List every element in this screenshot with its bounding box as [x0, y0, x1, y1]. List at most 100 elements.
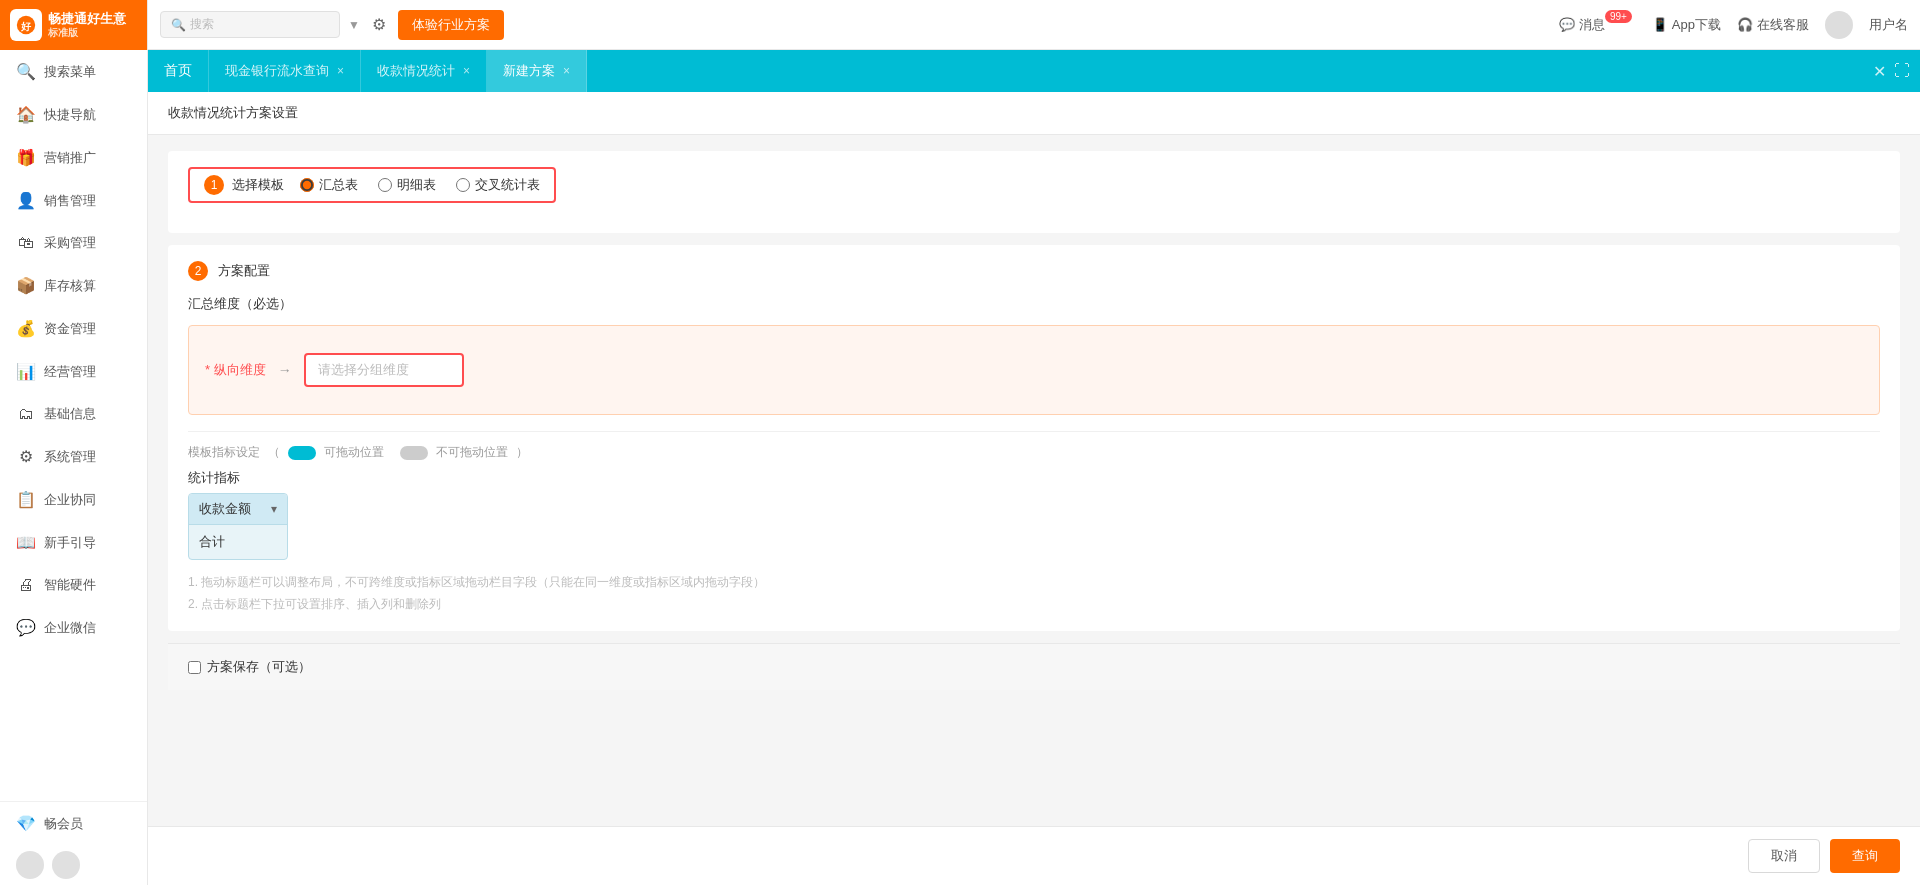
- sidebar-item-quick-nav[interactable]: 🏠 快捷导航: [0, 93, 147, 136]
- radio-cross[interactable]: 交叉统计表: [456, 176, 540, 194]
- app-download-label: App下载: [1672, 16, 1721, 34]
- sidebar-label-sales: 销售管理: [44, 192, 96, 210]
- dimension-select[interactable]: 请选择分组维度: [304, 353, 464, 387]
- sidebar-item-coop[interactable]: 📋 企业协同: [0, 478, 147, 521]
- card-header-text: 收款金额: [199, 500, 251, 518]
- save-label: 方案保存（可选）: [207, 658, 311, 676]
- sidebar-item-purchase[interactable]: 🛍 采购管理: [0, 222, 147, 264]
- sidebar-item-guide[interactable]: 📖 新手引导: [0, 521, 147, 564]
- step1-badge: 1: [204, 175, 224, 195]
- sidebar-item-business[interactable]: 📊 经营管理: [0, 350, 147, 393]
- query-button[interactable]: 查询: [1830, 839, 1900, 873]
- radio-summary-label: 汇总表: [319, 176, 358, 194]
- page-content: 收款情况统计方案设置 1 选择模板 汇总表: [148, 92, 1920, 885]
- sidebar-item-member[interactable]: 💎 畅会员: [0, 802, 147, 845]
- sidebar-label-quick-nav: 快捷导航: [44, 106, 96, 124]
- template-select-box: 1 选择模板 汇总表 明细表: [188, 167, 556, 203]
- main-area: 🔍 搜索 ▼ ⚙ 体验行业方案 💬 消息 99+ 📱 App下载 🎧 在线客服 …: [148, 0, 1920, 885]
- tab-new-plan-close[interactable]: ×: [563, 64, 570, 78]
- sidebar-item-hardware[interactable]: 🖨 智能硬件: [0, 564, 147, 606]
- sidebar-label-finance: 资金管理: [44, 320, 96, 338]
- dimension-placeholder: 请选择分组维度: [318, 362, 409, 377]
- sidebar-item-finance[interactable]: 💰 资金管理: [0, 307, 147, 350]
- tab-bank-flow-label: 现金银行流水查询: [225, 62, 329, 80]
- search-placeholder: 搜索: [190, 16, 214, 33]
- sidebar-label-member: 畅会员: [44, 815, 83, 833]
- radio-detail[interactable]: 明细表: [378, 176, 436, 194]
- user-avatar: [1825, 11, 1853, 39]
- tab-home[interactable]: 首页: [148, 50, 209, 92]
- tab-bank-flow-close[interactable]: ×: [337, 64, 344, 78]
- folder-icon: 🗂: [16, 405, 36, 423]
- sidebar-label-coop: 企业协同: [44, 491, 96, 509]
- app-download-btn[interactable]: 📱 App下载: [1652, 16, 1721, 34]
- radio-summary[interactable]: 汇总表: [300, 176, 358, 194]
- dimension-subsection: 汇总维度（必选） * 纵向维度 → 请选择分组维度: [188, 295, 1880, 415]
- tab-collection-stats-label: 收款情况统计: [377, 62, 455, 80]
- indicator-card-header: 收款金额 ▾: [189, 494, 287, 525]
- search-box[interactable]: 🔍 搜索: [160, 11, 340, 38]
- close-window-icon[interactable]: ✕: [1873, 62, 1886, 81]
- indicator-card-body: 合计: [189, 525, 287, 559]
- chart-icon: 📊: [16, 362, 36, 381]
- sidebar-item-basic-info[interactable]: 🗂 基础信息: [0, 393, 147, 435]
- trial-button[interactable]: 体验行业方案: [398, 10, 504, 40]
- chat-icon: 💬: [16, 618, 36, 637]
- printer-icon: 🖨: [16, 576, 36, 594]
- sidebar-item-search[interactable]: 🔍 搜索菜单: [0, 50, 147, 93]
- toggle-close-paren: ）: [516, 444, 528, 461]
- radio-cross-label: 交叉统计表: [475, 176, 540, 194]
- radio-detail-input[interactable]: [378, 178, 392, 192]
- toggle-non-draggable-text: 不可拖动位置: [436, 444, 508, 461]
- cancel-button[interactable]: 取消: [1748, 839, 1820, 873]
- sidebar-item-wechat[interactable]: 💬 企业微信: [0, 606, 147, 649]
- tab-collection-stats[interactable]: 收款情况统计 ×: [361, 50, 487, 92]
- indicator-header: 模板指标设定 （ 可拖动位置 不可拖动位置 ）: [188, 444, 1880, 461]
- page-header: 收款情况统计方案设置: [148, 92, 1920, 135]
- template-radio-group: 汇总表 明细表 交叉统计表: [300, 176, 540, 194]
- avatar2: [52, 851, 80, 879]
- sidebar-item-marketing[interactable]: 🎁 营销推广: [0, 136, 147, 179]
- radio-cross-input[interactable]: [456, 178, 470, 192]
- save-checkbox[interactable]: [188, 661, 201, 674]
- dimension-area: * 纵向维度 → 请选择分组维度: [188, 325, 1880, 415]
- clipboard-icon: 📋: [16, 490, 36, 509]
- diamond-icon: 💎: [16, 814, 36, 833]
- tab-bank-flow[interactable]: 现金银行流水查询 ×: [209, 50, 361, 92]
- step1-header: 1 选择模板 汇总表 明细表: [188, 167, 1880, 203]
- online-service-btn[interactable]: 🎧 在线客服: [1737, 16, 1809, 34]
- tab-new-plan[interactable]: 新建方案 ×: [487, 50, 587, 92]
- dropdown-arrow-icon[interactable]: ▼: [348, 18, 360, 32]
- tab-new-plan-label: 新建方案: [503, 62, 555, 80]
- draggable-toggle[interactable]: [288, 446, 316, 460]
- indicator-section: 模板指标设定 （ 可拖动位置 不可拖动位置 ） 统计指标 收款金额: [188, 444, 1880, 615]
- page-title: 收款情况统计方案设置: [168, 105, 298, 120]
- non-draggable-toggle[interactable]: [400, 446, 428, 460]
- toggle-draggable-label: （: [268, 444, 280, 461]
- tips-item1: 1. 拖动标题栏可以调整布局，不可跨维度或指标区域拖动栏目字段（只能在同一维度或…: [188, 572, 1880, 594]
- settings-icon[interactable]: ⚙: [372, 15, 386, 34]
- logo-text: 畅捷通好生意: [48, 11, 126, 27]
- maximize-icon[interactable]: ⛶: [1894, 62, 1910, 80]
- message-btn[interactable]: 💬 消息 99+: [1559, 16, 1636, 34]
- sidebar-item-sales[interactable]: 👤 销售管理: [0, 179, 147, 222]
- sidebar-item-inventory[interactable]: 📦 库存核算: [0, 264, 147, 307]
- sidebar-label-basic-info: 基础信息: [44, 405, 96, 423]
- username-label: 用户名: [1869, 16, 1908, 34]
- search-menu-icon: 🔍: [16, 62, 36, 81]
- tab-collection-stats-close[interactable]: ×: [463, 64, 470, 78]
- topbar-right: 💬 消息 99+ 📱 App下载 🎧 在线客服 用户名: [1559, 11, 1908, 39]
- form-container: 1 选择模板 汇总表 明细表: [148, 135, 1920, 826]
- toggle-draggable-text: 可拖动位置: [324, 444, 384, 461]
- book-icon: 📖: [16, 533, 36, 552]
- indicator-card-payment: 收款金额 ▾ 合计: [188, 493, 288, 560]
- sidebar-label-business: 经营管理: [44, 363, 96, 381]
- step2-label: 方案配置: [218, 262, 270, 280]
- indicator-card-label: 统计指标: [188, 469, 1880, 487]
- gift-icon: 🎁: [16, 148, 36, 167]
- message-badge: 99+: [1605, 10, 1632, 23]
- card-chevron-icon[interactable]: ▾: [271, 502, 277, 516]
- radio-summary-input[interactable]: [300, 178, 314, 192]
- tips-item2: 2. 点击标题栏下拉可设置排序、插入列和删除列: [188, 594, 1880, 616]
- sidebar-item-system[interactable]: ⚙ 系统管理: [0, 435, 147, 478]
